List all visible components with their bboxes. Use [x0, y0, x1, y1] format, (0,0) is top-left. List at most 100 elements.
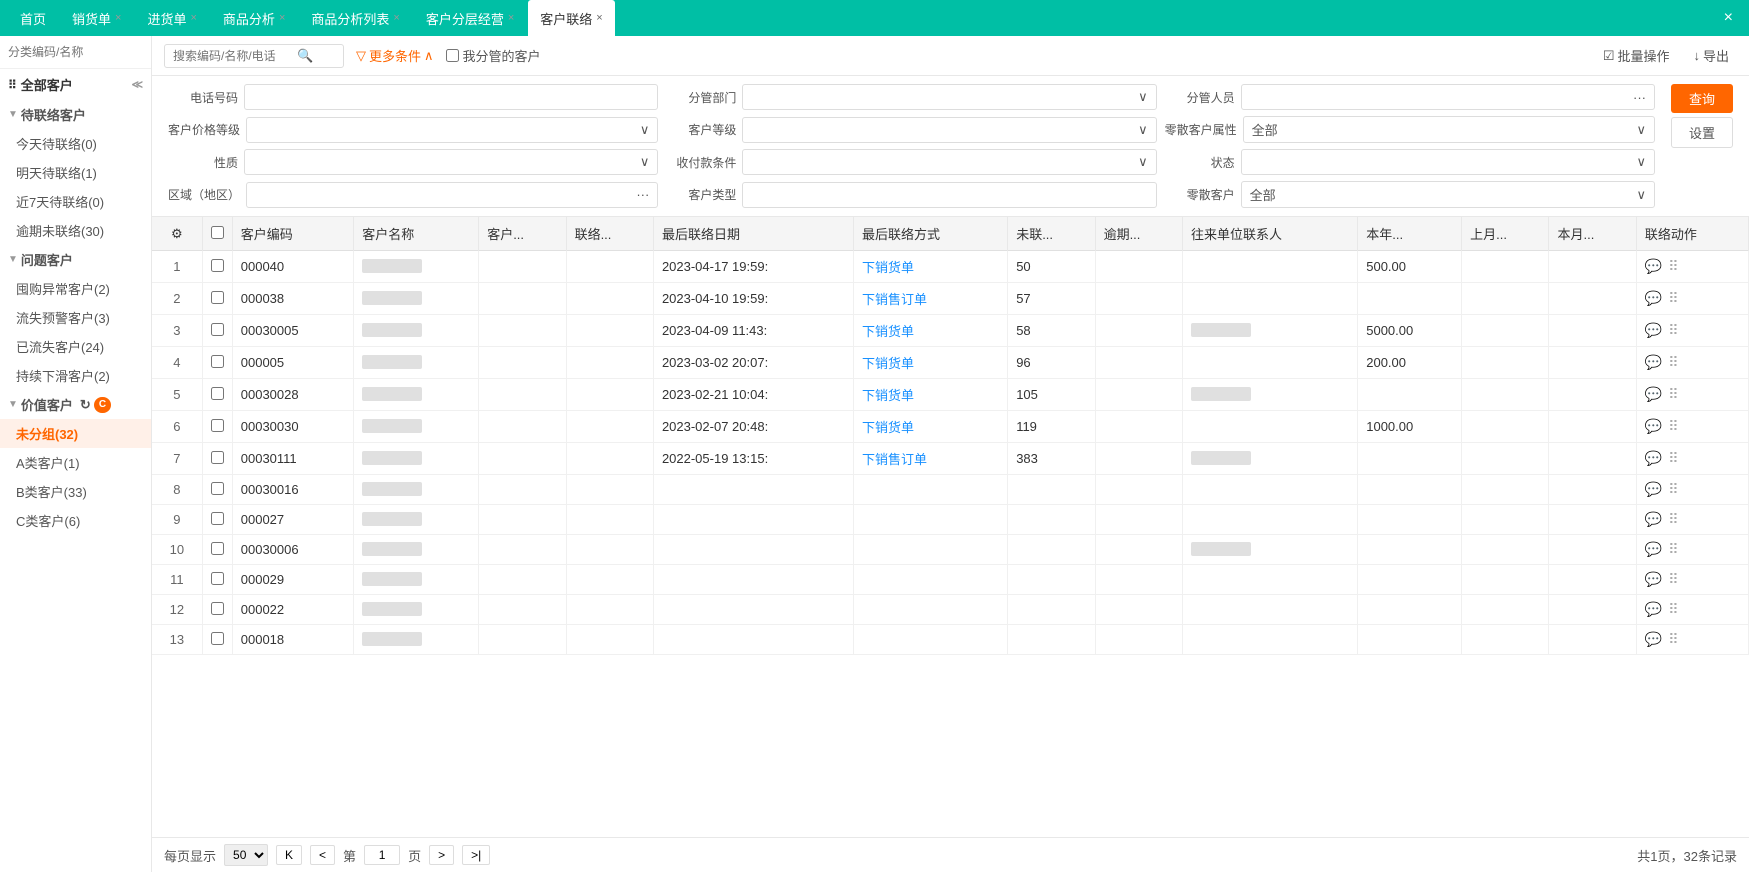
method-link[interactable]: 下销货单: [862, 356, 914, 371]
code-col-header[interactable]: 客户编码: [232, 217, 353, 251]
payment-select[interactable]: ∨: [742, 149, 1156, 175]
row-checkbox-cell[interactable]: [202, 625, 232, 655]
export-btn[interactable]: ↓ 导出: [1685, 42, 1737, 69]
settings-col-header[interactable]: ⚙: [152, 217, 202, 251]
more-conditions-btn[interactable]: ▽ 更多条件 ∧: [356, 46, 434, 65]
all-customers-header[interactable]: ⠿ 全部客户 ≪: [0, 69, 151, 100]
close-icon[interactable]: ×: [596, 12, 602, 24]
last-contact-col-header[interactable]: 最后联络日期: [653, 217, 853, 251]
row-checkbox[interactable]: [211, 542, 224, 555]
name-col-header[interactable]: 客户名称: [354, 217, 479, 251]
row-checkbox-cell[interactable]: [202, 443, 232, 475]
row-checkbox-cell[interactable]: [202, 565, 232, 595]
collapse-icon[interactable]: ≪: [131, 78, 143, 91]
grid-action-icon[interactable]: ⠿: [1668, 418, 1678, 435]
grid-action-icon[interactable]: ⠿: [1668, 258, 1678, 275]
method-link[interactable]: 下销货单: [862, 420, 914, 435]
batch-operation-btn[interactable]: ☑ 批量操作: [1595, 42, 1678, 69]
row-checkbox[interactable]: [211, 512, 224, 525]
grid-action-icon[interactable]: ⠿: [1668, 631, 1678, 648]
message-icon[interactable]: 💬: [1645, 258, 1662, 275]
grid-action-icon[interactable]: ⠿: [1668, 386, 1678, 403]
row-checkbox[interactable]: [211, 602, 224, 615]
sidebar-search[interactable]: 🔍: [0, 36, 151, 69]
type-col-header[interactable]: 客户...: [479, 217, 566, 251]
sidebar-item-class-c[interactable]: C类客户(6): [0, 506, 151, 535]
row-checkbox-cell[interactable]: [202, 283, 232, 315]
this-month-col-header[interactable]: 本月...: [1549, 217, 1636, 251]
dept-select[interactable]: ∨: [742, 84, 1156, 110]
page-size-select[interactable]: 50: [224, 844, 268, 866]
tab-home[interactable]: 首页: [8, 0, 58, 36]
row-checkbox[interactable]: [211, 259, 224, 272]
row-checkbox-cell[interactable]: [202, 251, 232, 283]
query-button[interactable]: 查询: [1671, 84, 1733, 113]
pending-section[interactable]: ▼ 待联络客户: [0, 100, 151, 129]
grid-action-icon[interactable]: ⠿: [1668, 511, 1678, 528]
message-icon[interactable]: 💬: [1645, 450, 1662, 467]
grid-action-icon[interactable]: ⠿: [1668, 481, 1678, 498]
page-number-input[interactable]: [364, 845, 400, 865]
nature-select[interactable]: ∨: [244, 149, 658, 175]
last-contact-method[interactable]: 下销售订单: [853, 443, 1007, 475]
search-icon[interactable]: 🔍: [297, 48, 313, 64]
row-checkbox[interactable]: [211, 323, 224, 336]
row-checkbox[interactable]: [211, 451, 224, 464]
tab-product-analysis[interactable]: 商品分析 ×: [211, 0, 297, 36]
message-icon[interactable]: 💬: [1645, 571, 1662, 588]
last-page-btn[interactable]: >|: [462, 845, 490, 865]
close-icon[interactable]: ×: [508, 12, 514, 24]
retail-customer-select[interactable]: 全部 ∨: [1241, 181, 1655, 208]
row-checkbox[interactable]: [211, 387, 224, 400]
phone-input[interactable]: [244, 84, 658, 110]
row-checkbox[interactable]: [211, 482, 224, 495]
grid-action-icon[interactable]: ⠿: [1668, 290, 1678, 307]
retail-attr-select[interactable]: 全部 ∨: [1243, 116, 1655, 143]
sidebar-item-abnormal[interactable]: 囤购异常客户(2): [0, 274, 151, 303]
sidebar-item-class-b[interactable]: B类客户(33): [0, 477, 151, 506]
value-section[interactable]: ▼ 价值客户 ↻ C: [0, 390, 151, 419]
message-icon[interactable]: 💬: [1645, 418, 1662, 435]
last-contact-method[interactable]: 下销货单: [853, 411, 1007, 443]
grid-action-icon[interactable]: ⠿: [1668, 322, 1678, 339]
problem-section[interactable]: ▼ 问题客户: [0, 245, 151, 274]
row-checkbox[interactable]: [211, 291, 224, 304]
contact-person-col-header[interactable]: 往来单位联系人: [1182, 217, 1357, 251]
sidebar-item-tomorrow[interactable]: 明天待联络(1): [0, 158, 151, 187]
row-checkbox-cell[interactable]: [202, 411, 232, 443]
contact-col-header[interactable]: 联络...: [566, 217, 653, 251]
last-contact-method[interactable]: 下销货单: [853, 315, 1007, 347]
checkbox-col-header[interactable]: [202, 217, 232, 251]
last-method-col-header[interactable]: 最后联络方式: [853, 217, 1007, 251]
sidebar-item-class-a[interactable]: A类客户(1): [0, 448, 151, 477]
filter-search-input[interactable]: [173, 49, 293, 63]
row-checkbox-cell[interactable]: [202, 475, 232, 505]
method-link[interactable]: 下销售订单: [862, 452, 927, 467]
row-checkbox[interactable]: [211, 572, 224, 585]
overdue-col-header[interactable]: 逾期...: [1095, 217, 1182, 251]
grid-action-icon[interactable]: ⠿: [1668, 571, 1678, 588]
close-icon[interactable]: ×: [115, 12, 121, 24]
grid-action-icon[interactable]: ⠿: [1668, 354, 1678, 371]
message-icon[interactable]: 💬: [1645, 322, 1662, 339]
select-all-checkbox[interactable]: [211, 226, 224, 239]
tab-customer-contact[interactable]: 客户联络 ×: [528, 0, 614, 36]
method-link[interactable]: 下销货单: [862, 388, 914, 403]
last-month-col-header[interactable]: 上月...: [1462, 217, 1549, 251]
row-checkbox-cell[interactable]: [202, 315, 232, 347]
row-checkbox-cell[interactable]: [202, 595, 232, 625]
close-icon[interactable]: ×: [190, 12, 196, 24]
method-link[interactable]: 下销货单: [862, 260, 914, 275]
message-icon[interactable]: 💬: [1645, 481, 1662, 498]
customer-type-input[interactable]: [742, 182, 1156, 208]
grid-action-icon[interactable]: ⠿: [1668, 541, 1678, 558]
sidebar-item-7days[interactable]: 近7天待联络(0): [0, 187, 151, 216]
customer-level-select[interactable]: ∨: [742, 117, 1156, 143]
my-customers-checkbox[interactable]: 我分管的客户: [446, 46, 541, 65]
sidebar-item-declining[interactable]: 持续下滑客户(2): [0, 361, 151, 390]
row-checkbox-cell[interactable]: [202, 347, 232, 379]
method-link[interactable]: 下销货单: [862, 324, 914, 339]
price-level-select[interactable]: ∨: [246, 117, 658, 143]
tab-customer-segment[interactable]: 客户分层经营 ×: [414, 0, 526, 36]
close-icon[interactable]: ×: [279, 12, 285, 24]
